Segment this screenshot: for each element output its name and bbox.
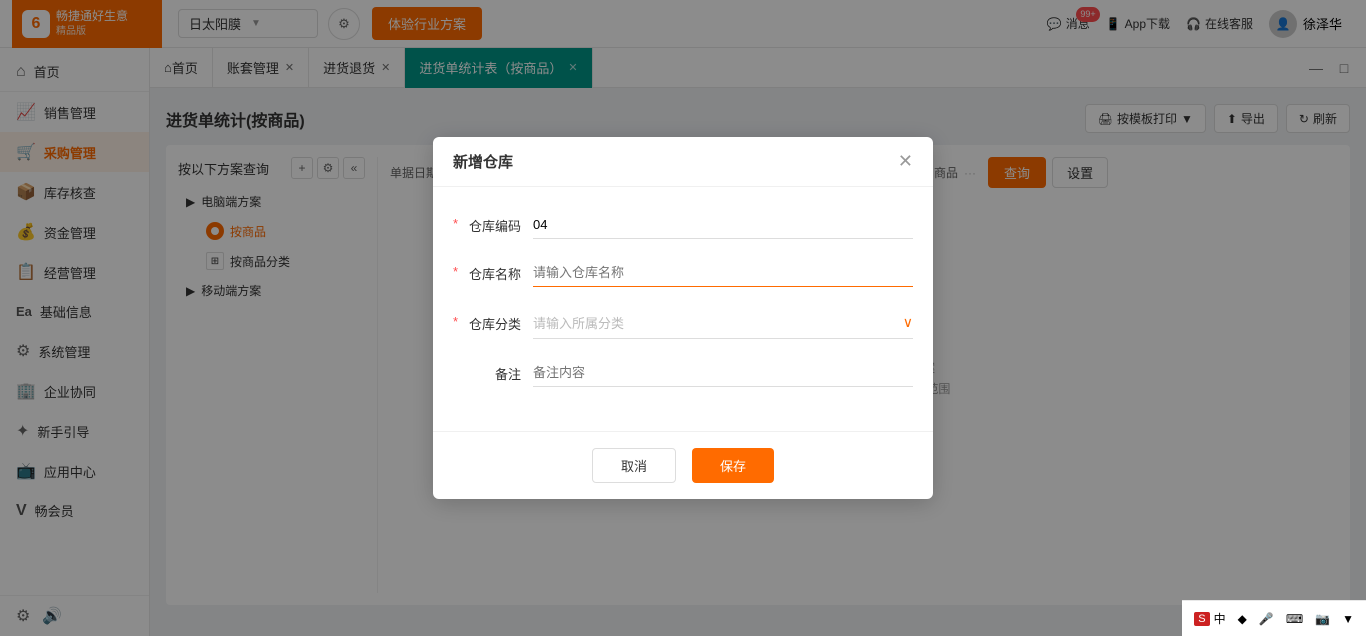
warehouse-code-input[interactable]	[533, 211, 913, 239]
dialog-header: 新增仓库 ✕	[433, 137, 933, 187]
category-placeholder: 请输入所属分类	[533, 313, 624, 332]
category-select-wrapper[interactable]: 请输入所属分类 ∨	[533, 307, 913, 339]
bottom-icon-camera[interactable]: 📷	[1315, 612, 1330, 626]
chinese-input-icon: S	[1194, 612, 1209, 626]
form-row-name: 仓库名称	[453, 259, 913, 287]
dialog-close-icon[interactable]: ✕	[898, 151, 913, 172]
warehouse-name-input[interactable]	[533, 259, 913, 287]
warehouse-code-field	[533, 211, 913, 239]
category-dropdown-icon: ∨	[903, 314, 913, 331]
warehouse-name-field	[533, 259, 913, 287]
cancel-button[interactable]: 取消	[592, 448, 676, 483]
warehouse-name-label: 仓库名称	[453, 264, 533, 283]
new-warehouse-dialog: 新增仓库 ✕ 仓库编码 仓库名称 仓库分类	[433, 137, 933, 499]
bottom-icon-chinese[interactable]: S 中	[1194, 610, 1225, 627]
bottom-icon-keyboard[interactable]: ⌨	[1286, 612, 1303, 626]
remark-input[interactable]	[533, 359, 913, 387]
chevron-icon: ▼	[1342, 612, 1354, 626]
dialog-footer: 取消 保存	[433, 431, 933, 499]
dialog-overlay[interactable]: 新增仓库 ✕ 仓库编码 仓库名称 仓库分类	[0, 0, 1366, 636]
form-row-category: 仓库分类 请输入所属分类 ∨	[453, 307, 913, 339]
remark-label: 备注	[453, 364, 533, 383]
form-row-code: 仓库编码	[453, 211, 913, 239]
dialog-body: 仓库编码 仓库名称 仓库分类 请输入所属分类 ∨	[433, 187, 933, 431]
keyboard-icon: ⌨	[1286, 612, 1303, 626]
bottom-icon-chevron[interactable]: ▼	[1342, 612, 1354, 626]
warehouse-category-field: 请输入所属分类 ∨	[533, 307, 913, 339]
mic-icon: 🎤	[1259, 612, 1274, 626]
bottom-icon-diamond[interactable]: ◆	[1238, 612, 1247, 626]
form-row-remark: 备注	[453, 359, 913, 387]
dialog-title: 新增仓库	[453, 151, 513, 172]
bottom-icon-mic[interactable]: 🎤	[1259, 612, 1274, 626]
diamond-icon: ◆	[1238, 612, 1247, 626]
save-button[interactable]: 保存	[692, 448, 774, 483]
camera-icon: 📷	[1315, 612, 1330, 626]
bottom-bar: S 中 ◆ 🎤 ⌨ 📷 ▼	[1182, 600, 1366, 636]
remark-field	[533, 359, 913, 387]
warehouse-category-label: 仓库分类	[453, 314, 533, 333]
warehouse-code-label: 仓库编码	[453, 216, 533, 235]
